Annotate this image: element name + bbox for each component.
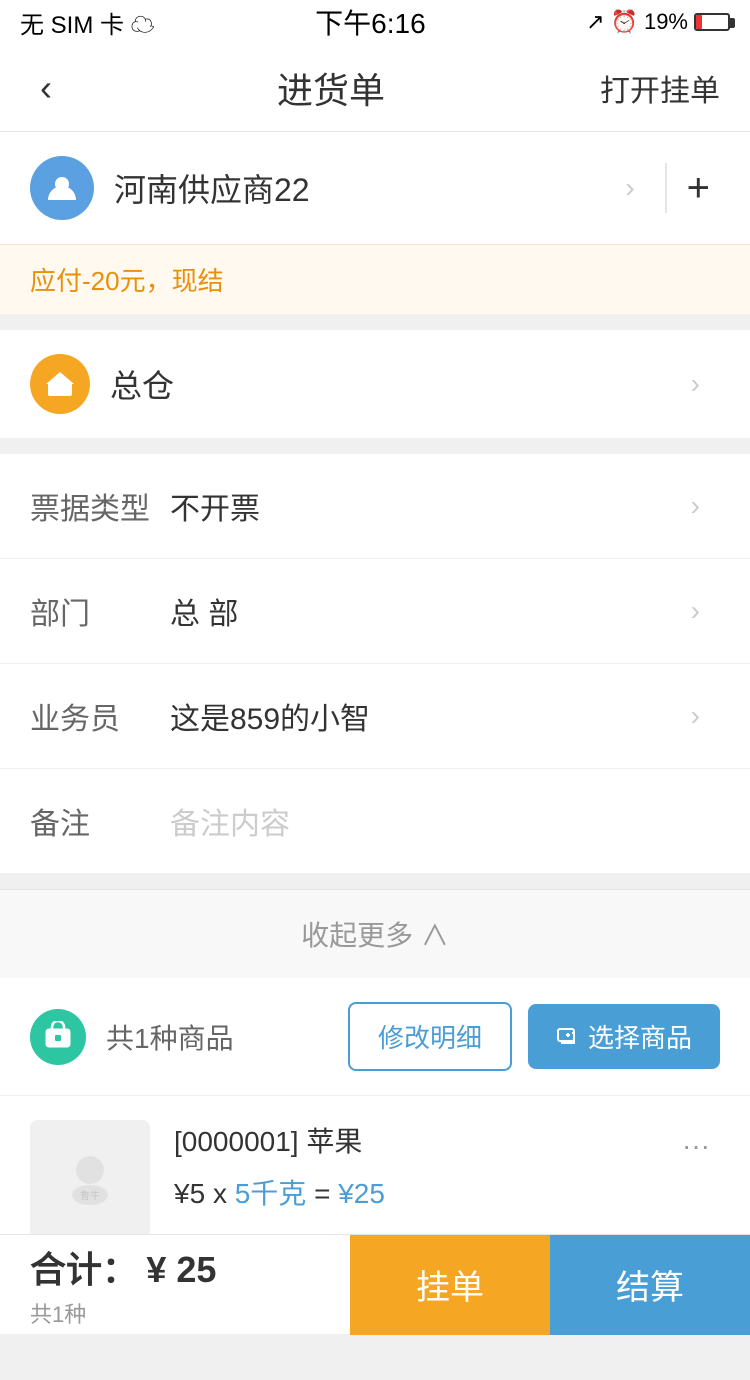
page-title: 进货单 [277, 62, 385, 114]
total-amount-row: 合计： ¥ 25 [30, 1241, 320, 1293]
department-row[interactable]: 部门 总 部 › [0, 559, 750, 664]
location-icon: ↗ [586, 9, 604, 35]
salesperson-row[interactable]: 业务员 这是859的小智 › [0, 664, 750, 769]
product-title: 苹果 [306, 1126, 362, 1157]
salesperson-chevron-icon: › [691, 700, 700, 732]
product-thumbnail: 鲁牛 [30, 1120, 150, 1240]
invoice-type-label: 票据类型 [30, 484, 150, 528]
payment-note: 应付-20元，现结 [0, 244, 750, 314]
status-left: 无 SIM 卡 ☁ [20, 5, 155, 40]
multiply-sign: x [213, 1178, 235, 1209]
supplier-row[interactable]: 河南供应商22 › + [0, 132, 750, 244]
total-label: 合计： [30, 1249, 138, 1290]
remark-label: 备注 [30, 799, 150, 843]
quantity: 5千克 [235, 1178, 307, 1209]
remark-row[interactable]: 备注 备注内容 [0, 769, 750, 873]
modify-detail-button[interactable]: 修改明细 [348, 1002, 512, 1071]
total-amount: ¥ 25 [146, 1249, 216, 1290]
divider [665, 163, 667, 213]
product-section: 共1种商品 修改明细 选择商品 鲁牛 [0, 978, 750, 1264]
total-price: ¥25 [338, 1178, 385, 1209]
open-hang-button[interactable]: 打开挂单 [600, 66, 720, 110]
checkout-button[interactable]: 结算 [550, 1235, 750, 1335]
nav-bar: ‹ 进货单 打开挂单 [0, 44, 750, 132]
invoice-type-value: 不开票 [170, 484, 691, 528]
sim-status: 无 SIM 卡 ☁ [20, 5, 155, 40]
hang-order-button[interactable]: 挂单 [350, 1235, 550, 1335]
supplier-chevron-icon: › [625, 172, 634, 204]
total-count: 共1种 [30, 1297, 320, 1329]
status-time: 下午6:16 [315, 2, 426, 42]
remark-input[interactable]: 备注内容 [170, 799, 720, 843]
product-count-text: 共1种商品 [106, 1017, 348, 1057]
add-supplier-button[interactable]: + [677, 166, 720, 211]
battery-icon [694, 13, 730, 31]
warehouse-name: 总仓 [110, 361, 691, 407]
bottom-bar: 合计： ¥ 25 共1种 挂单 结算 [0, 1234, 750, 1334]
battery-level: 19% [644, 9, 688, 35]
alarm-icon: ⏰ [611, 9, 638, 35]
product-price: ¥5 x 5千克 = ¥25 [174, 1172, 672, 1212]
product-header: 共1种商品 修改明细 选择商品 [0, 978, 750, 1096]
warehouse-icon [30, 354, 90, 414]
product-more-button[interactable]: ··· [672, 1120, 720, 1172]
svg-text:鲁牛: 鲁牛 [80, 1189, 100, 1202]
product-count-icon [30, 1009, 86, 1065]
salesperson-value: 这是859的小智 [170, 694, 691, 738]
status-right: ↗ ⏰ 19% [586, 9, 730, 35]
department-label: 部门 [30, 589, 150, 633]
form-section: 票据类型 不开票 › 部门 总 部 › 业务员 这是859的小智 › 备注 备注… [0, 454, 750, 873]
product-name: [0000001] 苹果 [174, 1120, 672, 1160]
product-info: [0000001] 苹果 ¥5 x 5千克 = ¥25 [174, 1120, 672, 1212]
back-button[interactable]: ‹ [30, 57, 62, 119]
warehouse-section: 总仓 › [0, 330, 750, 438]
unit-price: ¥5 [174, 1178, 205, 1209]
warehouse-row[interactable]: 总仓 › [0, 330, 750, 438]
supplier-name: 河南供应商22 [114, 165, 625, 211]
total-area: 合计： ¥ 25 共1种 [0, 1241, 350, 1329]
supplier-section: 河南供应商22 › + 应付-20元，现结 [0, 132, 750, 314]
invoice-type-row[interactable]: 票据类型 不开票 › [0, 454, 750, 559]
status-bar: 无 SIM 卡 ☁ 下午6:16 ↗ ⏰ 19% [0, 0, 750, 44]
salesperson-label: 业务员 [30, 694, 150, 738]
collapse-button[interactable]: 收起更多 ∧ [0, 889, 750, 978]
invoice-chevron-icon: › [691, 490, 700, 522]
department-value: 总 部 [170, 589, 691, 633]
warehouse-chevron-icon: › [691, 368, 700, 400]
equals-sign: = [314, 1178, 338, 1209]
supplier-avatar [30, 156, 94, 220]
select-product-label: 选择商品 [588, 1018, 692, 1055]
department-chevron-icon: › [691, 595, 700, 627]
product-code: [0000001] [174, 1126, 299, 1157]
select-product-button[interactable]: 选择商品 [528, 1004, 720, 1069]
